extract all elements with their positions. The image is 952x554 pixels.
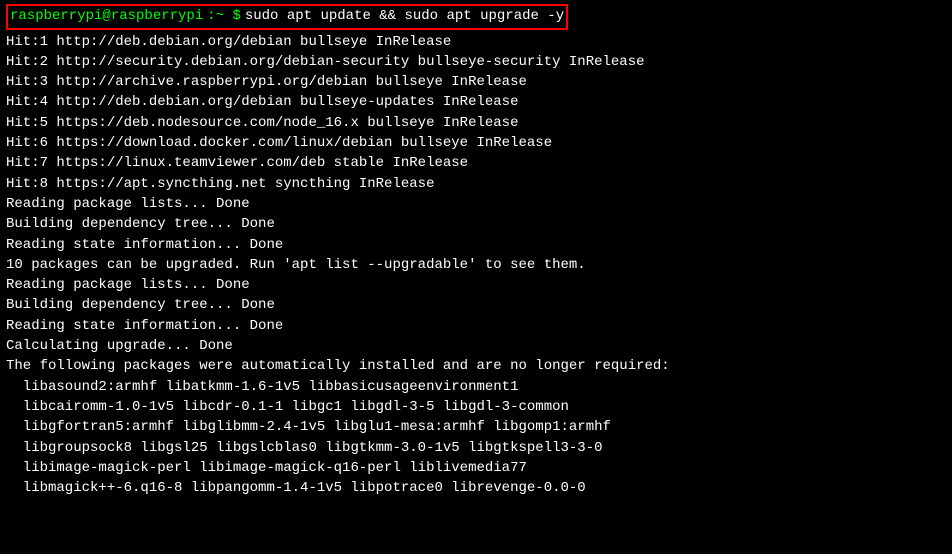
output-line: libgroupsock8 libgsl25 libgslcblas0 libg…: [6, 438, 946, 458]
prompt-separator: :~ $: [207, 7, 241, 27]
output-line: Reading package lists... Done: [6, 194, 946, 214]
output-line: The following packages were automaticall…: [6, 356, 946, 376]
output-line: Hit:4 http://deb.debian.org/debian bulls…: [6, 92, 946, 112]
output-line: Hit:1 http://deb.debian.org/debian bulls…: [6, 32, 946, 52]
output-line: Hit:8 https://apt.syncthing.net syncthin…: [6, 174, 946, 194]
output-line: libasound2:armhf libatkmm-1.6-1v5 libbas…: [6, 377, 946, 397]
output-line: Building dependency tree... Done: [6, 295, 946, 315]
output-line: libgfortran5:armhf libglibmm-2.4-1v5 lib…: [6, 417, 946, 437]
output-line: Hit:5 https://deb.nodesource.com/node_16…: [6, 113, 946, 133]
output-line: Reading state information... Done: [6, 316, 946, 336]
output-line: Hit:3 http://archive.raspberrypi.org/deb…: [6, 72, 946, 92]
output-line: Reading state information... Done: [6, 235, 946, 255]
output-line: libcairomm-1.0-1v5 libcdr-0.1-1 libgc1 l…: [6, 397, 946, 417]
output-line: Building dependency tree... Done: [6, 214, 946, 234]
prompt-command: sudo apt update && sudo apt upgrade -y: [245, 7, 564, 27]
output-line: libimage-magick-perl libimage-magick-q16…: [6, 458, 946, 478]
output-line: Hit:2 http://security.debian.org/debian-…: [6, 52, 946, 72]
output-line: libmagick++-6.q16-8 libpangomm-1.4-1v5 l…: [6, 478, 946, 498]
output-line: Calculating upgrade... Done: [6, 336, 946, 356]
output-line: Reading package lists... Done: [6, 275, 946, 295]
prompt-line: raspberrypi@raspberrypi :~ $ sudo apt up…: [6, 4, 568, 30]
output-line: Hit:7 https://linux.teamviewer.com/deb s…: [6, 153, 946, 173]
output-line: 10 packages can be upgraded. Run 'apt li…: [6, 255, 946, 275]
terminal-window: raspberrypi@raspberrypi :~ $ sudo apt up…: [0, 0, 952, 554]
prompt-user: raspberrypi@raspberrypi: [10, 7, 203, 27]
output-line: Hit:6 https://download.docker.com/linux/…: [6, 133, 946, 153]
terminal-output: Hit:1 http://deb.debian.org/debian bulls…: [6, 32, 946, 499]
